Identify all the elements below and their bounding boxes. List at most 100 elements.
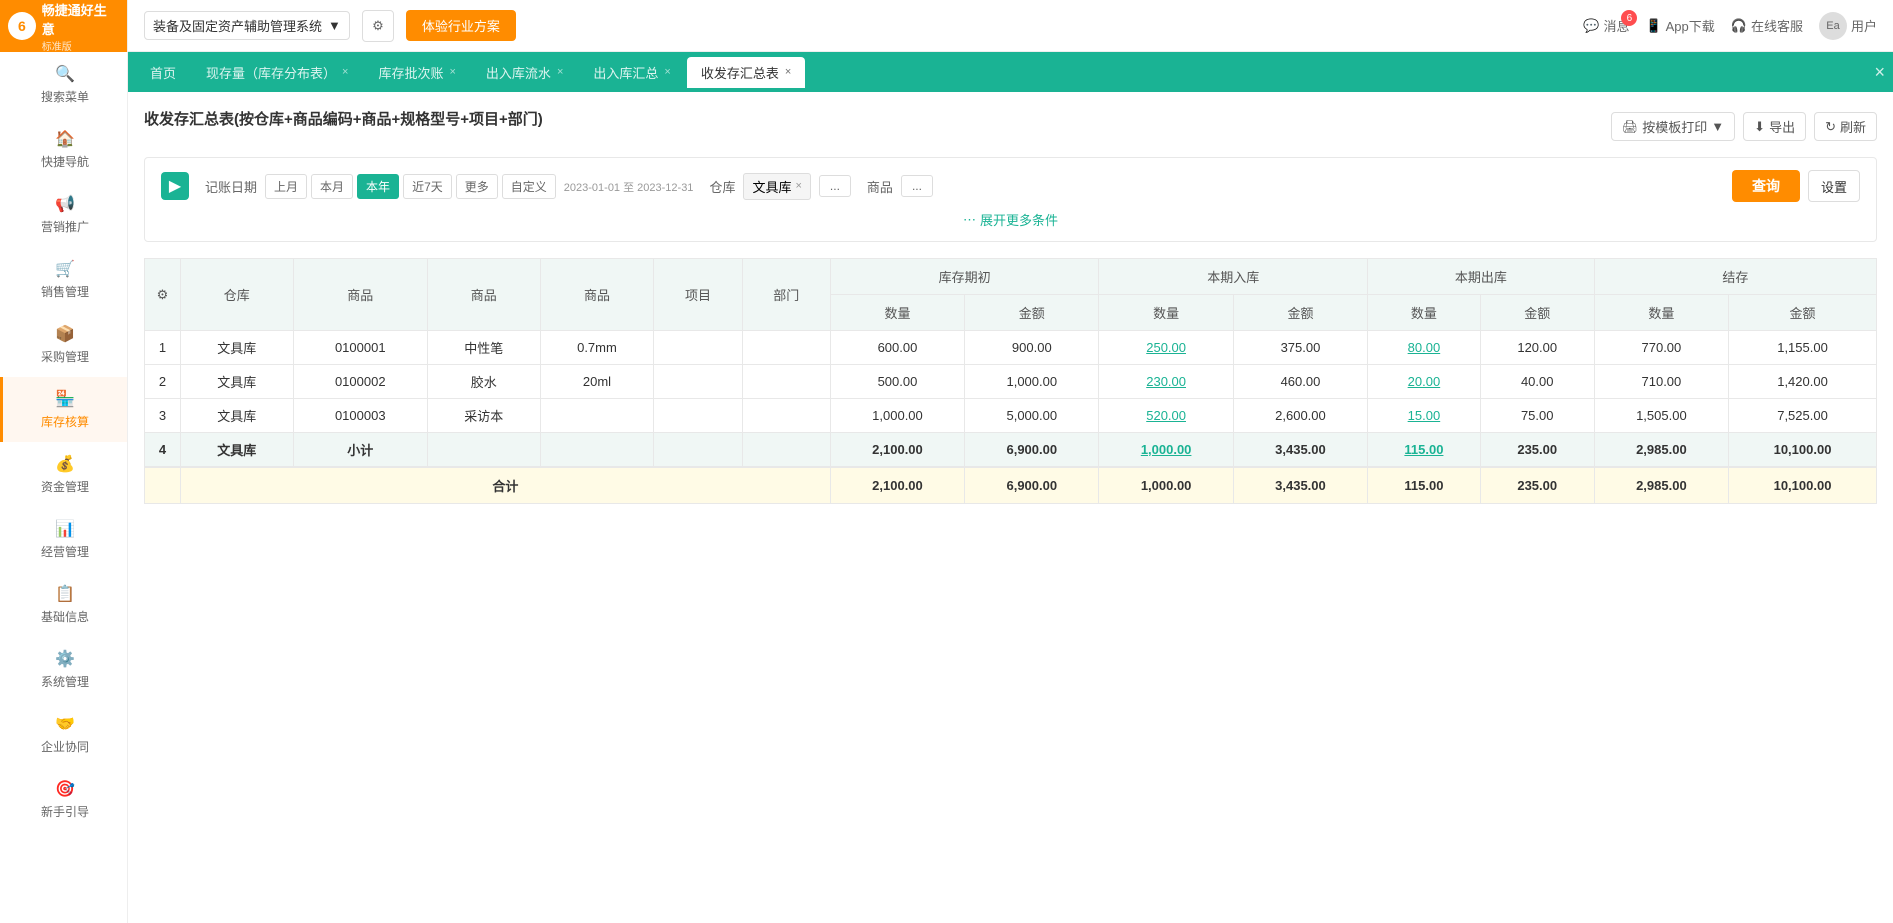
- tab-inout-summary[interactable]: 出入库汇总 ×: [579, 57, 684, 88]
- gear-icon: ⚙: [372, 18, 384, 34]
- row1-no: 1: [145, 331, 181, 365]
- date-filter-buttons: 上月 本月 本年 近7天 更多 自定义: [265, 174, 556, 199]
- tab-stock-dist[interactable]: 现存量（库存分布表） ×: [192, 57, 362, 88]
- th-goods-name: 商品: [427, 259, 540, 331]
- row2-in-qty[interactable]: 230.00: [1099, 365, 1233, 399]
- sidebar-item-operations[interactable]: 📊 经营管理: [0, 507, 127, 572]
- tab-inout-summary-close[interactable]: ×: [664, 66, 670, 78]
- sidebar-item-sales[interactable]: 🛒 销售管理: [0, 247, 127, 312]
- row3-no: 3: [145, 399, 181, 433]
- settings-gear-button[interactable]: ⚙: [362, 10, 394, 42]
- messages-badge: 6: [1621, 10, 1637, 26]
- subtotal-col5: [654, 433, 742, 468]
- date-btn-custom[interactable]: 自定义: [502, 174, 556, 199]
- app-download-button[interactable]: 📱 App下载: [1645, 16, 1714, 35]
- row3-project: [654, 399, 742, 433]
- sidebar-item-basics[interactable]: 📋 基础信息: [0, 572, 127, 637]
- filter-row-main: ▶ 记账日期 上月 本月 本年 近7天 更多 自定义 20: [161, 170, 1860, 202]
- expand-conditions-button[interactable]: ⋯ 展开更多条件: [963, 210, 1058, 229]
- total-opening-amt: 6,900.00: [965, 467, 1099, 504]
- tab-recv-send-summary[interactable]: 收发存汇总表 ×: [687, 57, 805, 88]
- sidebar-item-quicknav[interactable]: 🏠 快捷导航: [0, 117, 127, 182]
- sidebar-item-system[interactable]: ⚙️ 系统管理: [0, 637, 127, 702]
- subtotal-out-amt: 235.00: [1480, 433, 1594, 468]
- date-btn-last-month[interactable]: 上月: [265, 174, 307, 199]
- sidebar-item-enterprise[interactable]: 🤝 企业协同: [0, 702, 127, 767]
- warehouse-tag-remove[interactable]: ×: [795, 180, 801, 192]
- tabs-close-all-button[interactable]: ×: [1874, 62, 1885, 83]
- filter-settings-button[interactable]: 设置: [1808, 170, 1860, 202]
- tab-batch[interactable]: 库存批次账 ×: [364, 57, 469, 88]
- sidebar-item-inventory[interactable]: 🏪 库存核算: [0, 377, 127, 442]
- trial-button[interactable]: 体验行业方案: [406, 10, 516, 41]
- tab-stock-dist-close[interactable]: ×: [342, 66, 348, 78]
- row3-goods-name: 采访本: [427, 399, 540, 433]
- total-out-amt: 235.00: [1480, 467, 1594, 504]
- th-group-opening: 库存期初: [830, 259, 1099, 295]
- sidebar-item-finance[interactable]: 💰 资金管理: [0, 442, 127, 507]
- row2-warehouse: 文具库: [181, 365, 294, 399]
- th-opening-qty: 数量: [830, 295, 964, 331]
- total-col0: [145, 467, 181, 504]
- phone-icon: 📱: [1645, 18, 1661, 34]
- total-balance-qty: 2,985.00: [1594, 467, 1728, 504]
- row3-out-qty[interactable]: 15.00: [1368, 399, 1481, 433]
- sidebar-item-search[interactable]: 🔍 搜索菜单: [0, 52, 127, 117]
- date-btn-this-year[interactable]: 本年: [357, 174, 399, 199]
- table-head: ⚙ 仓库 商品 商品 商品 项目 部门 库存期初 本期入库 本期出库 结存: [145, 259, 1877, 331]
- sidebar-item-newbie[interactable]: 🎯 新手引导: [0, 767, 127, 832]
- tab-inout-summary-label: 出入库汇总: [593, 63, 658, 82]
- row2-opening-qty: 500.00: [830, 365, 964, 399]
- sidebar-item-marketing[interactable]: 📢 营销推广: [0, 182, 127, 247]
- query-button[interactable]: 查询: [1732, 170, 1800, 202]
- row1-out-qty[interactable]: 80.00: [1368, 331, 1481, 365]
- purchase-icon: 📦: [55, 324, 75, 344]
- export-button[interactable]: ⬇ 导出: [1743, 112, 1806, 141]
- subtotal-balance-qty: 2,985.00: [1594, 433, 1728, 468]
- th-group-balance: 结存: [1594, 259, 1876, 295]
- date-filter-section: 记账日期 上月 本月 本年 近7天 更多 自定义 2023-01-01 至 20…: [205, 174, 693, 199]
- th-opening-amt: 金额: [965, 295, 1099, 331]
- row1-in-amt: 375.00: [1233, 331, 1367, 365]
- messages-button[interactable]: 💬 消息 6: [1583, 16, 1629, 35]
- row2-goods-code: 0100002: [293, 365, 427, 399]
- row3-opening-amt: 5,000.00: [965, 399, 1099, 433]
- home-icon: 🏠: [55, 129, 75, 149]
- table-container: ⚙ 仓库 商品 商品 商品 项目 部门 库存期初 本期入库 本期出库 结存: [144, 258, 1877, 504]
- row2-department: [742, 365, 830, 399]
- print-button[interactable]: 🖨 按模板打印 ▼: [1611, 112, 1735, 141]
- tab-recv-send-summary-close[interactable]: ×: [785, 66, 791, 78]
- user-menu-button[interactable]: Ea 用户: [1819, 12, 1877, 40]
- refresh-button[interactable]: ↻ 刷新: [1814, 112, 1877, 141]
- tab-home[interactable]: 首页: [136, 57, 190, 88]
- date-range-display: 2023-01-01 至 2023-12-31: [564, 179, 694, 195]
- date-btn-this-month[interactable]: 本月: [311, 174, 353, 199]
- goods-more-button[interactable]: ...: [901, 175, 933, 197]
- th-out-qty: 数量: [1368, 295, 1481, 331]
- filter-toggle-button[interactable]: ▶: [161, 172, 189, 200]
- row2-in-amt: 460.00: [1233, 365, 1367, 399]
- subtotal-col3: [427, 433, 540, 468]
- tab-inout-flow-close[interactable]: ×: [557, 66, 563, 78]
- th-col-settings[interactable]: ⚙: [145, 259, 181, 331]
- th-balance-qty: 数量: [1594, 295, 1728, 331]
- tab-inout-flow[interactable]: 出入库流水 ×: [472, 57, 577, 88]
- date-btn-more[interactable]: 更多: [456, 174, 498, 199]
- subtotal-opening-qty: 2,100.00: [830, 433, 964, 468]
- row2-no: 2: [145, 365, 181, 399]
- online-service-button[interactable]: 🎧 在线客服: [1731, 16, 1803, 35]
- tab-batch-close[interactable]: ×: [449, 66, 455, 78]
- print-icon: 🖨: [1622, 119, 1639, 135]
- row3-in-qty[interactable]: 520.00: [1099, 399, 1233, 433]
- sidebar-item-purchase[interactable]: 📦 采购管理: [0, 312, 127, 377]
- subtotal-out-qty[interactable]: 115.00: [1368, 433, 1481, 468]
- row2-goods-name: 胶水: [427, 365, 540, 399]
- subtotal-in-qty[interactable]: 1,000.00: [1099, 433, 1233, 468]
- warehouse-more-button[interactable]: ...: [819, 175, 851, 197]
- date-filter-label: 记账日期: [205, 177, 257, 196]
- row2-out-qty[interactable]: 20.00: [1368, 365, 1481, 399]
- date-btn-7days[interactable]: 近7天: [403, 174, 452, 199]
- system-selector[interactable]: 装备及固定资产辅助管理系统 ▼: [144, 11, 350, 40]
- message-icon: 💬: [1583, 18, 1599, 34]
- row1-in-qty[interactable]: 250.00: [1099, 331, 1233, 365]
